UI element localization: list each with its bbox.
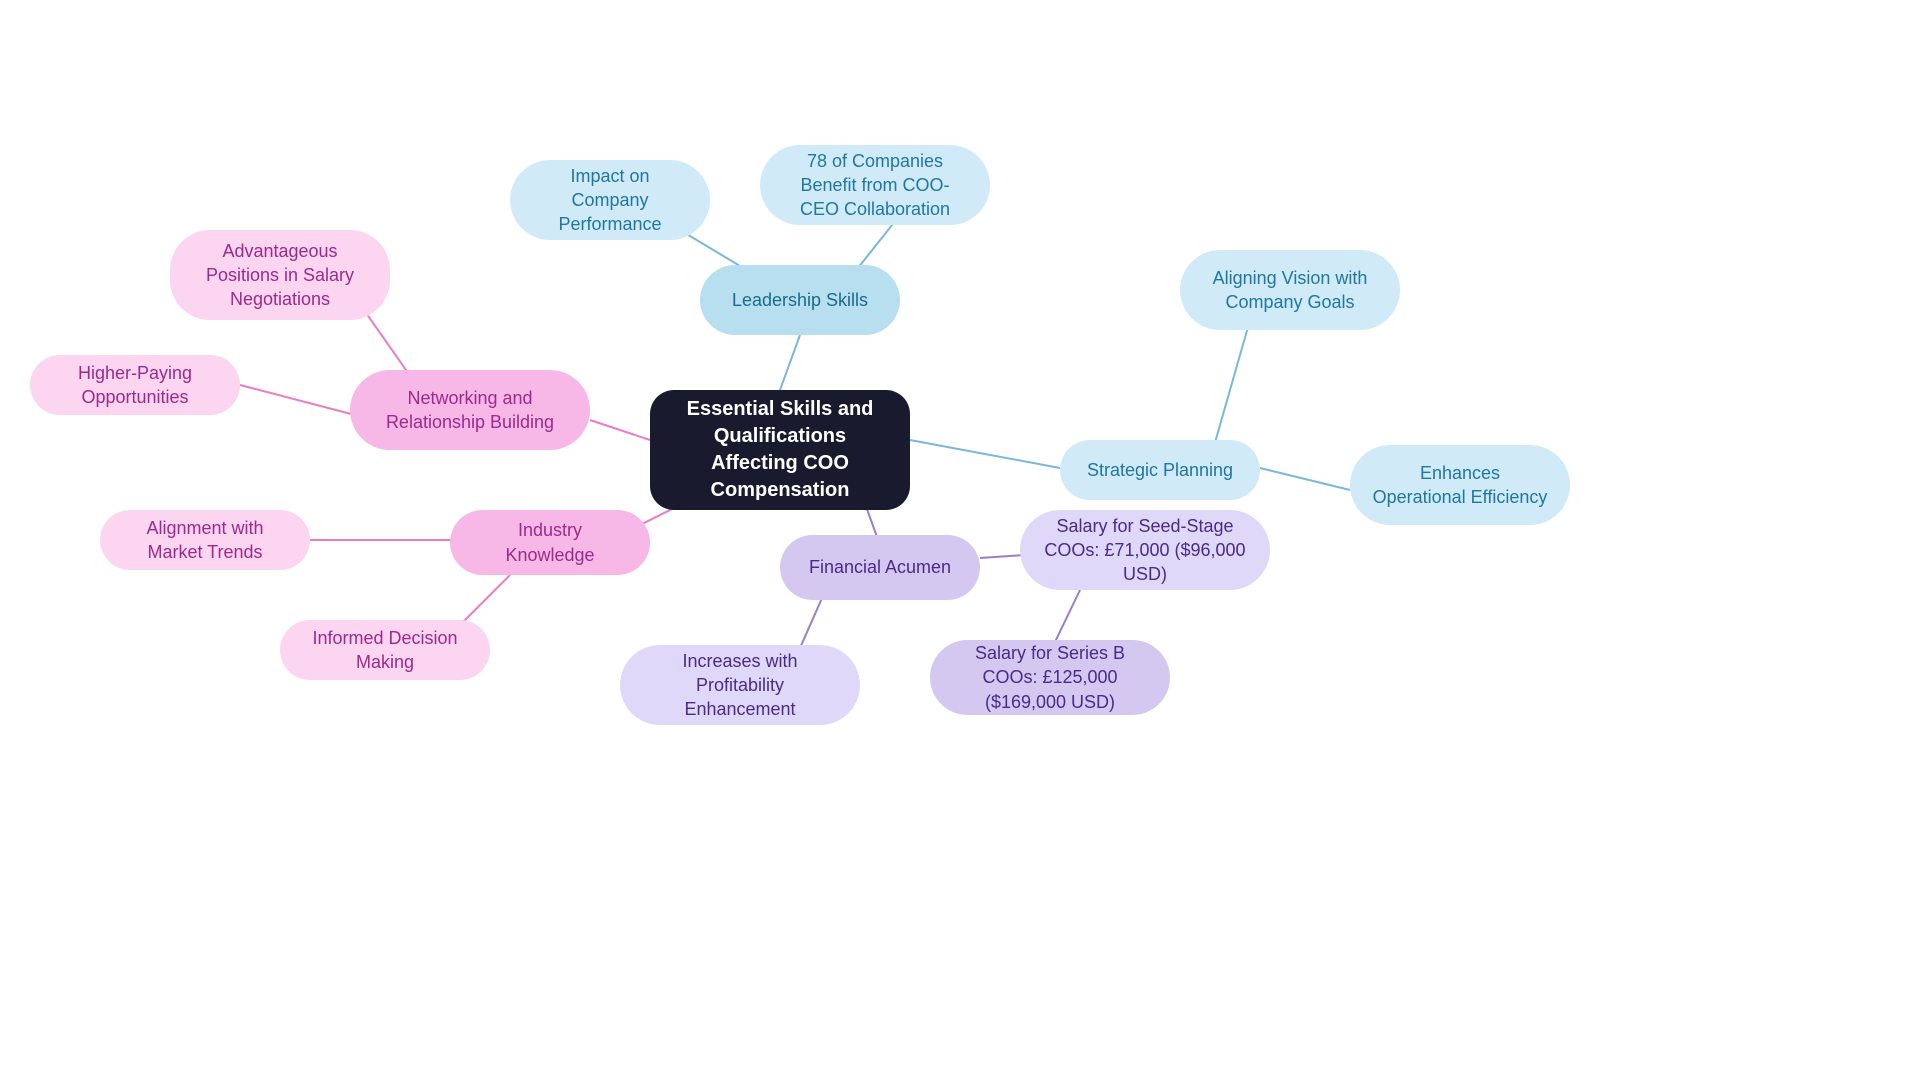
increases-profitability-node: Increases with Profitability Enhancement xyxy=(620,645,860,725)
networking-label: Networking and Relationship Building xyxy=(372,386,568,435)
impact-company-node: Impact on Company Performance xyxy=(510,160,710,240)
salary-seed-node: Salary for Seed-Stage COOs: £71,000 ($96… xyxy=(1020,510,1270,590)
impact-company-label: Impact on Company Performance xyxy=(532,164,688,237)
center-node: Essential Skills and Qualifications Affe… xyxy=(650,390,910,510)
companies-benefit-node: 78 of Companies Benefit from COO-CEO Col… xyxy=(760,145,990,225)
companies-benefit-label: 78 of Companies Benefit from COO-CEO Col… xyxy=(782,149,968,222)
aligning-vision-node: Aligning Vision with Company Goals xyxy=(1180,250,1400,330)
strategic-planning-node: Strategic Planning xyxy=(1060,440,1260,500)
advantageous-positions-node: Advantageous Positions in Salary Negotia… xyxy=(170,230,390,320)
increases-profitability-label: Increases with Profitability Enhancement xyxy=(642,649,838,722)
informed-decision-label: Informed Decision Making xyxy=(302,626,468,675)
leadership-skills-label: Leadership Skills xyxy=(732,288,868,312)
alignment-market-node: Alignment with Market Trends xyxy=(100,510,310,570)
enhances-efficiency-label: Enhances Operational Efficiency xyxy=(1372,461,1548,510)
industry-knowledge-node: Industry Knowledge xyxy=(450,510,650,575)
higher-paying-label: Higher-Paying Opportunities xyxy=(52,361,218,410)
informed-decision-node: Informed Decision Making xyxy=(280,620,490,680)
aligning-vision-label: Aligning Vision with Company Goals xyxy=(1202,266,1378,315)
salary-series-label: Salary for Series B COOs: £125,000 ($169… xyxy=(952,641,1148,714)
higher-paying-node: Higher-Paying Opportunities xyxy=(30,355,240,415)
center-node-label: Essential Skills and Qualifications Affe… xyxy=(672,396,888,504)
networking-node: Networking and Relationship Building xyxy=(350,370,590,450)
advantageous-positions-label: Advantageous Positions in Salary Negotia… xyxy=(192,239,368,312)
strategic-planning-label: Strategic Planning xyxy=(1087,458,1233,482)
alignment-market-label: Alignment with Market Trends xyxy=(122,516,288,565)
industry-knowledge-label: Industry Knowledge xyxy=(472,518,628,567)
financial-acumen-label: Financial Acumen xyxy=(809,555,951,579)
enhances-efficiency-node: Enhances Operational Efficiency xyxy=(1350,445,1570,525)
salary-series-node: Salary for Series B COOs: £125,000 ($169… xyxy=(930,640,1170,715)
leadership-skills-node: Leadership Skills xyxy=(700,265,900,335)
financial-acumen-node: Financial Acumen xyxy=(780,535,980,600)
salary-seed-label: Salary for Seed-Stage COOs: £71,000 ($96… xyxy=(1042,514,1248,587)
